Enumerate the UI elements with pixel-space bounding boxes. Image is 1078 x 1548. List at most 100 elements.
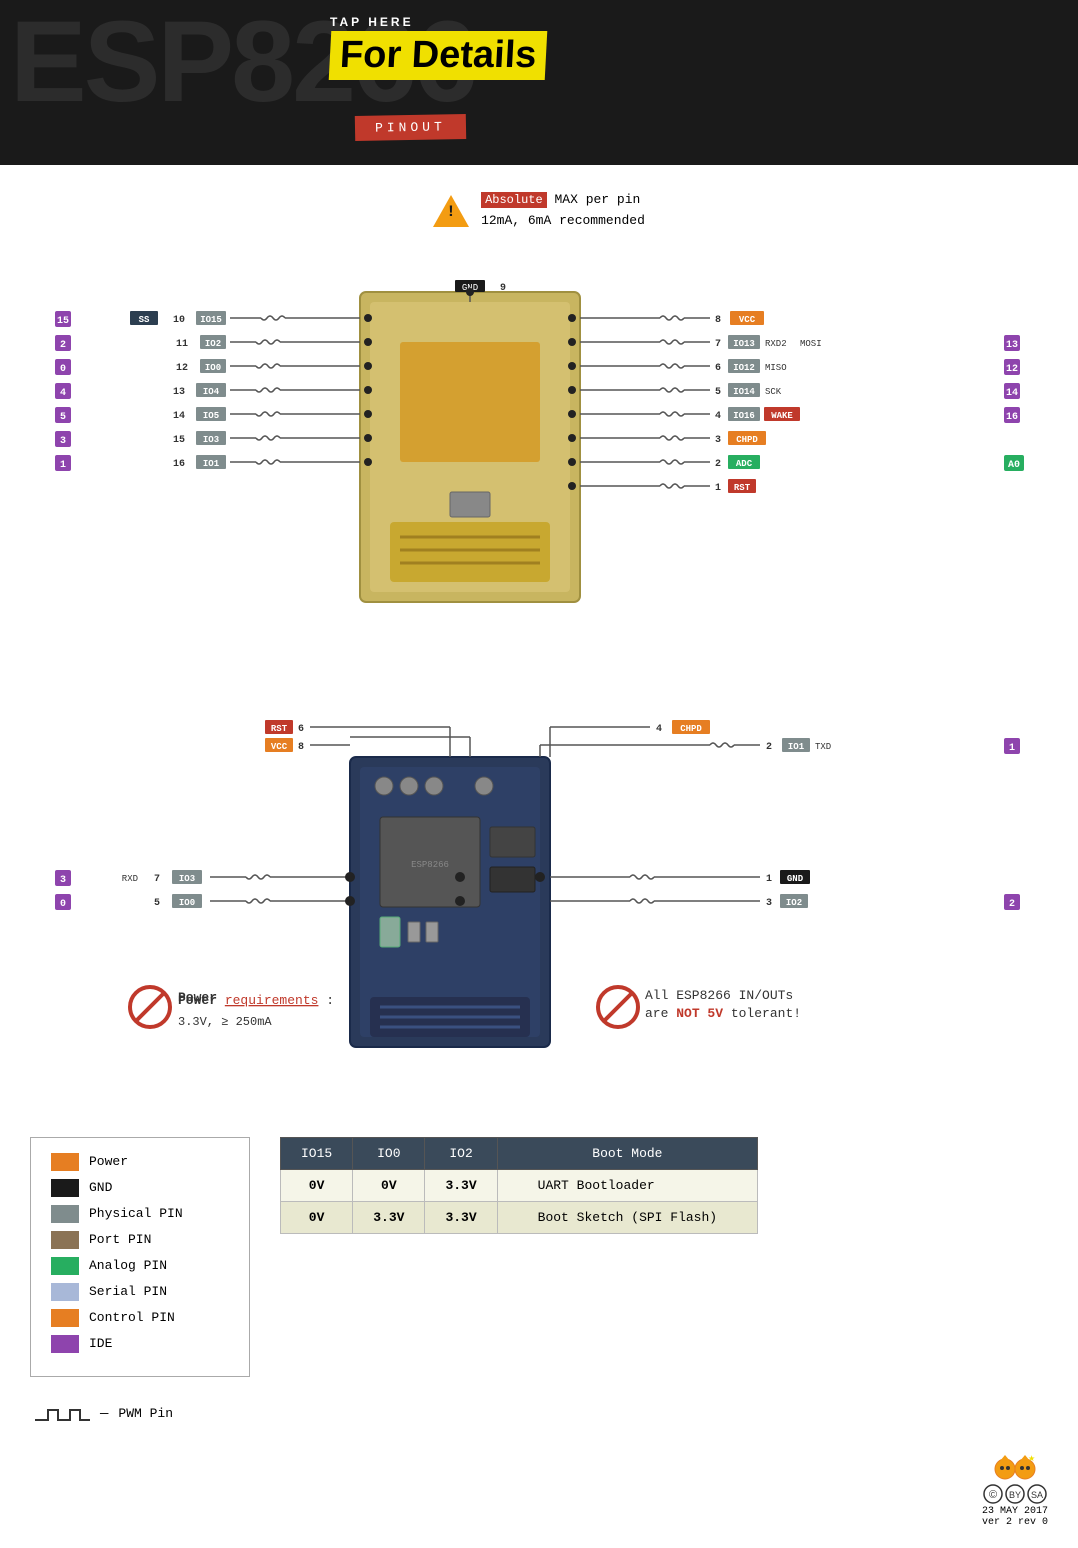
color-physical	[51, 1205, 79, 1223]
svg-text:8: 8	[298, 742, 304, 753]
svg-text:SCL: SCL	[147, 411, 163, 421]
header: ESP8266 TAP HERE For Details PINOUT	[0, 0, 1078, 165]
svg-text:SS: SS	[139, 315, 150, 325]
svg-text:SCK: SCK	[765, 387, 782, 397]
pinout-badge: PINOUT	[355, 114, 466, 141]
svg-text:IO13: IO13	[733, 339, 755, 349]
svg-text:SA: SA	[1031, 1490, 1043, 1500]
warning-icon: !	[433, 195, 469, 227]
svg-text:10: 10	[173, 315, 185, 326]
svg-text:7: 7	[715, 339, 721, 350]
svg-text:IO16: IO16	[733, 411, 755, 421]
label-power: Power	[89, 1154, 128, 1169]
color-ide	[51, 1335, 79, 1353]
svg-text:2: 2	[715, 459, 721, 470]
header-overlay[interactable]: TAP HERE For Details	[330, 15, 546, 80]
top-module-diagram: GND 9 IO15 10 TXD2 SS 15 IO2 11 2	[0, 242, 1078, 667]
legend-table-section: Power GND Physical PIN Port PIN Analog P…	[0, 1117, 1078, 1397]
svg-text:IO3: IO3	[203, 435, 219, 445]
cc-logo: ★	[990, 1451, 1040, 1481]
color-serial	[51, 1283, 79, 1301]
svg-text:1: 1	[60, 460, 66, 471]
svg-text:1: 1	[715, 483, 721, 494]
label-gnd: GND	[89, 1180, 112, 1195]
legend-gnd: GND	[51, 1179, 229, 1197]
legend-ide: IDE	[51, 1335, 229, 1353]
cc-by-icon: BY	[1005, 1484, 1025, 1504]
boot-row-1: 0V 0V 3.3V UART Bootloader	[281, 1169, 758, 1201]
label-physical: Physical PIN	[89, 1206, 183, 1221]
svg-text:14: 14	[1006, 388, 1018, 399]
svg-text:IO1: IO1	[203, 459, 220, 469]
svg-text:IO14: IO14	[733, 387, 755, 397]
svg-text:3: 3	[60, 436, 66, 447]
svg-text:2: 2	[1009, 899, 1015, 910]
legend-serial: Serial PIN	[51, 1283, 229, 1301]
svg-text:ADC: ADC	[736, 459, 753, 469]
svg-text:2: 2	[766, 742, 772, 753]
svg-text:2: 2	[60, 340, 66, 351]
col-io15: IO15	[281, 1137, 353, 1169]
svg-text:5: 5	[715, 387, 721, 398]
legend-power: Power	[51, 1153, 229, 1171]
svg-text:16: 16	[173, 459, 185, 470]
svg-text:IO5: IO5	[203, 411, 219, 421]
svg-text:Power requirements: Power requirements :	[178, 993, 334, 1008]
svg-text:IO2: IO2	[205, 339, 221, 349]
svg-text:IO2: IO2	[786, 898, 802, 908]
legend-analog: Analog PIN	[51, 1257, 229, 1275]
svg-text:ESP8266: ESP8266	[411, 860, 449, 870]
svg-text:IO3: IO3	[179, 874, 195, 884]
color-analog	[51, 1257, 79, 1275]
svg-text:IO0: IO0	[205, 363, 221, 373]
svg-text:8: 8	[715, 315, 721, 326]
pwm-wave-icon	[30, 1402, 90, 1426]
svg-text:VCC: VCC	[739, 315, 756, 325]
svg-text:9: 9	[500, 283, 506, 294]
footer: ★ © BY SA 23 MAY 2017 ver 2 rev 0	[0, 1441, 1078, 1548]
svg-text:11: 11	[176, 339, 188, 350]
bottom-pinout-svg: ESP8266 RST 6 VCC 8 4 CHPD	[0, 677, 1078, 1107]
color-power	[51, 1153, 79, 1171]
svg-text:13: 13	[1006, 340, 1018, 351]
svg-text:CHPD: CHPD	[736, 435, 758, 445]
svg-text:3: 3	[60, 875, 66, 886]
svg-text:6: 6	[298, 724, 304, 735]
boot-row-2: 0V 3.3V 3.3V Boot Sketch (SPI Flash)	[281, 1201, 758, 1233]
svg-text:MOSI: MOSI	[800, 339, 822, 349]
col-mode: Boot Mode	[497, 1137, 757, 1169]
bottom-module-diagram: ESP8266 RST 6 VCC 8 4 CHPD	[0, 677, 1078, 1112]
color-port	[51, 1231, 79, 1249]
svg-text:©: ©	[989, 1489, 997, 1501]
svg-text:A0: A0	[1008, 460, 1020, 471]
svg-text:★: ★	[1028, 1455, 1035, 1464]
svg-text:7: 7	[154, 874, 160, 885]
svg-text:GND: GND	[787, 874, 804, 884]
svg-text:12: 12	[176, 363, 188, 374]
cc-icon: ©	[983, 1484, 1003, 1504]
legend-physical: Physical PIN	[51, 1205, 229, 1223]
legend-box: Power GND Physical PIN Port PIN Analog P…	[30, 1137, 250, 1377]
svg-text:5: 5	[60, 412, 66, 423]
svg-text:TXD: TXD	[147, 459, 164, 469]
svg-text:CHPD: CHPD	[680, 724, 702, 734]
svg-text:3: 3	[715, 435, 721, 446]
label-ide: IDE	[89, 1336, 112, 1351]
boot-table-container: IO15 IO0 IO2 Boot Mode 0V 0V 3.3V UART B…	[280, 1137, 1048, 1234]
warning-text: Absolute MAX per pin 12mA, 6mA recommend…	[481, 190, 645, 232]
footer-date: 23 MAY 2017	[982, 1506, 1048, 1517]
svg-text:15: 15	[173, 435, 185, 446]
svg-text:All ESP8266 IN/OUTs: All ESP8266 IN/OUTs	[645, 988, 793, 1003]
svg-text:15: 15	[57, 316, 69, 327]
svg-text:4: 4	[656, 724, 662, 735]
color-control	[51, 1309, 79, 1327]
svg-text:12: 12	[1006, 364, 1018, 375]
absolute-badge: Absolute	[481, 192, 547, 208]
legend-control: Control PIN	[51, 1309, 229, 1327]
svg-text:RXD: RXD	[122, 874, 138, 884]
svg-text:IO15: IO15	[200, 315, 222, 325]
svg-text:IO4: IO4	[203, 387, 220, 397]
col-io2: IO2	[425, 1137, 497, 1169]
pwm-section: — PWM Pin	[30, 1402, 1048, 1436]
boot-mode-table: IO15 IO0 IO2 Boot Mode 0V 0V 3.3V UART B…	[280, 1137, 758, 1234]
